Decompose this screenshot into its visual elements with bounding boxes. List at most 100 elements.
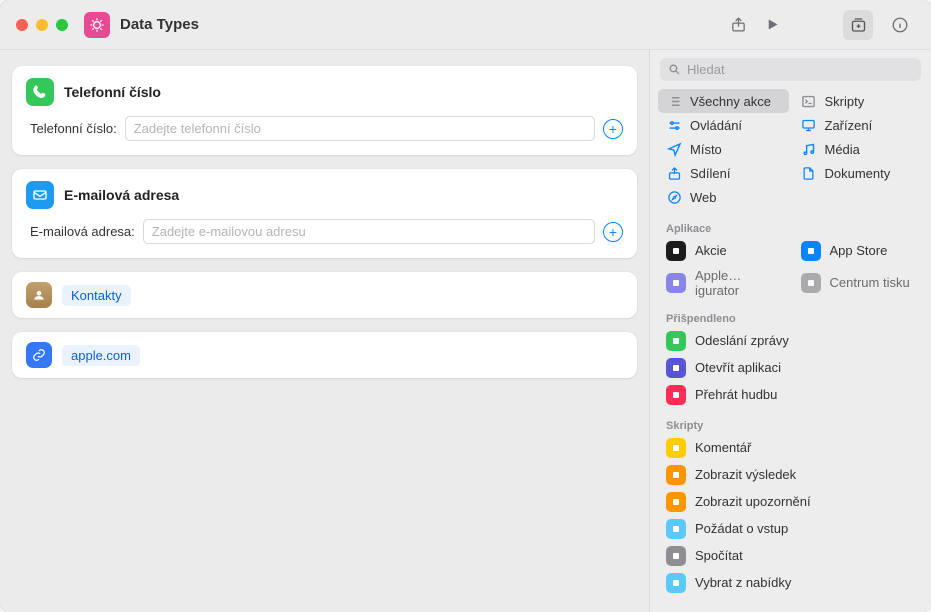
category-label: Všechny akce	[690, 94, 771, 109]
email-input[interactable]	[143, 219, 595, 244]
add-email-button[interactable]: +	[603, 222, 623, 242]
list-item[interactable]: Otevřít aplikaci	[658, 354, 923, 381]
close-window-button[interactable]	[16, 19, 28, 31]
card-title: Telefonní číslo	[64, 84, 161, 100]
category-safari[interactable]: Web	[658, 185, 789, 209]
list-item-label: Přehrát hudbu	[695, 387, 777, 402]
list-item[interactable]: App Store	[793, 237, 924, 264]
list-item[interactable]: Akcie	[658, 237, 789, 264]
app-icon	[666, 241, 686, 261]
titlebar: Data Types	[0, 0, 931, 50]
list-item[interactable]: Přehrát hudbu	[658, 381, 923, 408]
list-item-label: Odeslání zprávy	[695, 333, 789, 348]
card-title: E-mailová adresa	[64, 187, 179, 203]
list-item-label: Zobrazit upozornění	[695, 494, 811, 509]
app-icon	[666, 385, 686, 405]
contacts-icon	[26, 282, 52, 308]
app-icon	[666, 519, 686, 539]
list-item-label: Centrum tisku	[830, 275, 910, 290]
add-phone-button[interactable]: +	[603, 119, 623, 139]
list-item-label: Požádat o vstup	[695, 521, 788, 536]
category-label: Místo	[690, 142, 722, 157]
list-item[interactable]: Zobrazit upozornění	[658, 488, 923, 515]
search-icon	[668, 63, 681, 76]
category-label: Ovládání	[690, 118, 742, 133]
app-icon	[666, 331, 686, 351]
category-terminal[interactable]: Skripty	[793, 89, 924, 113]
app-icon	[666, 465, 686, 485]
app-icon	[84, 12, 110, 38]
list-item[interactable]: Centrum tisku	[793, 264, 924, 301]
url-action[interactable]: apple.com	[12, 332, 637, 378]
app-icon	[666, 273, 686, 293]
library-button[interactable]	[843, 10, 873, 40]
list-item[interactable]: Apple…igurator	[658, 264, 789, 301]
list-item[interactable]: Vybrat z nabídky	[658, 569, 923, 596]
run-button[interactable]	[757, 10, 787, 40]
category-music[interactable]: Média	[793, 137, 924, 161]
list-item[interactable]: Zobrazit výsledek	[658, 461, 923, 488]
category-list[interactable]: Všechny akce	[658, 89, 789, 113]
app-icon	[801, 273, 821, 293]
category-label: Skripty	[825, 94, 865, 109]
list-item-label: Akcie	[695, 243, 727, 258]
workflow-canvas: Telefonní číslo Telefonní číslo: + E-mai…	[0, 50, 649, 612]
list-item[interactable]: Spočítat	[658, 542, 923, 569]
field-label: Telefonní číslo:	[30, 121, 117, 136]
share-button[interactable]	[723, 10, 753, 40]
category-label: Dokumenty	[825, 166, 891, 181]
phone-number-action[interactable]: Telefonní číslo Telefonní číslo: +	[12, 66, 637, 155]
category-label: Zařízení	[825, 118, 873, 133]
app-icon	[666, 573, 686, 593]
list-item[interactable]: Odeslání zprávy	[658, 327, 923, 354]
list-item-label: Zobrazit výsledek	[695, 467, 796, 482]
safari-icon	[666, 189, 682, 205]
doc-icon	[801, 165, 817, 181]
app-icon	[801, 241, 821, 261]
music-icon	[801, 141, 817, 157]
app-icon	[666, 546, 686, 566]
actions-sidebar: Všechny akce Skripty Ovládání Zařízení Místo…	[649, 50, 931, 612]
app-icon	[666, 358, 686, 378]
search-input[interactable]	[687, 62, 913, 77]
list-item-label: Spočítat	[695, 548, 743, 563]
contacts-action[interactable]: Kontakty	[12, 272, 637, 318]
section-label-pinned: Přišpendleno	[650, 305, 931, 327]
category-share[interactable]: Sdílení	[658, 161, 789, 185]
minimize-window-button[interactable]	[36, 19, 48, 31]
category-doc[interactable]: Dokumenty	[793, 161, 924, 185]
category-label: Sdílení	[690, 166, 730, 181]
list-item-label: App Store	[830, 243, 888, 258]
field-label: E-mailová adresa:	[30, 224, 135, 239]
controls-icon	[666, 117, 682, 133]
list-item-label: Vybrat z nabídky	[695, 575, 791, 590]
device-icon	[801, 117, 817, 133]
email-action[interactable]: E-mailová adresa E-mailová adresa: +	[12, 169, 637, 258]
category-location[interactable]: Místo	[658, 137, 789, 161]
url-token[interactable]: apple.com	[62, 345, 140, 366]
terminal-icon	[801, 93, 817, 109]
phone-icon	[26, 78, 54, 106]
info-button[interactable]	[885, 10, 915, 40]
list-item[interactable]: Požádat o vstup	[658, 515, 923, 542]
share-icon	[666, 165, 682, 181]
list-item[interactable]: Komentář	[658, 434, 923, 461]
app-icon	[666, 492, 686, 512]
app-icon	[666, 438, 686, 458]
category-device[interactable]: Zařízení	[793, 113, 924, 137]
search-box[interactable]	[660, 58, 921, 81]
mail-icon	[26, 181, 54, 209]
window-title: Data Types	[120, 16, 199, 33]
contacts-token[interactable]: Kontakty	[62, 285, 131, 306]
list-icon	[666, 93, 682, 109]
fullscreen-window-button[interactable]	[56, 19, 68, 31]
phone-input[interactable]	[125, 116, 595, 141]
category-controls[interactable]: Ovládání	[658, 113, 789, 137]
list-item-label: Otevřít aplikaci	[695, 360, 781, 375]
link-icon	[26, 342, 52, 368]
section-label-apps: Aplikace	[650, 215, 931, 237]
category-label: Média	[825, 142, 860, 157]
traffic-lights	[16, 19, 68, 31]
list-item-label: Komentář	[695, 440, 751, 455]
section-label-scripts: Skripty	[650, 412, 931, 434]
